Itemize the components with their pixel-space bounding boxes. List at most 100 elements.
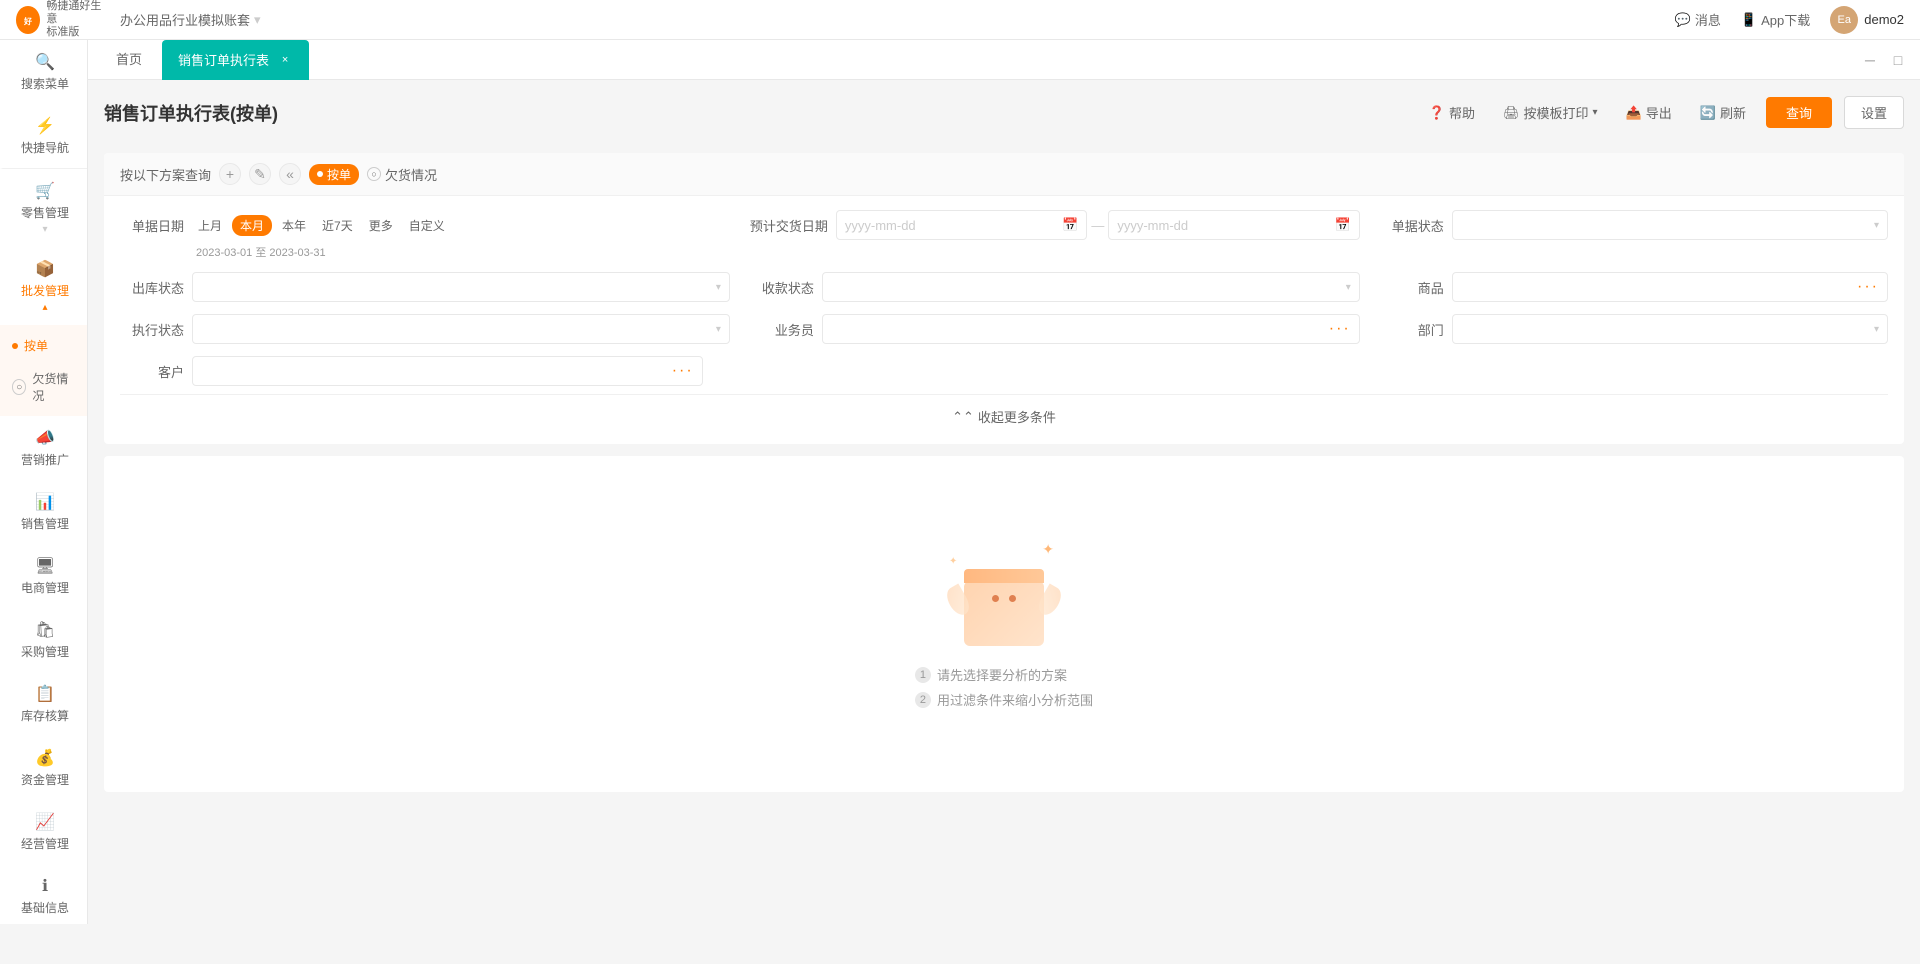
doc-status-select[interactable]: ▾ [1452, 210, 1888, 240]
sidebar-item-operations[interactable]: 📈 经营管理 [0, 800, 87, 864]
date-this-month-btn[interactable]: 本月 [232, 215, 272, 236]
marketing-icon: 📣 [35, 428, 55, 448]
export-btn[interactable]: 📤 导出 [1618, 99, 1680, 126]
delivery-status-select[interactable]: ▾ [192, 272, 730, 302]
date-this-year-btn[interactable]: 本年 [276, 215, 312, 236]
print-btn[interactable]: 🖨 按模板打印 ▾ [1495, 99, 1606, 126]
logo-area: 好 畅捷通好生意 标准版 [16, 0, 104, 39]
tab-current[interactable]: 销售订单执行表 × [162, 40, 309, 80]
scheme-header: 按以下方案查询 + ✎ « 按单 ○ 欠货情况 [104, 153, 1904, 196]
content-area: 首页 销售订单执行表 × ─ □ 销售订单执行表(按单) ❓ 帮助 [88, 40, 1920, 924]
date-custom-btn[interactable]: 自定义 [403, 215, 451, 236]
sidebar-item-wholesale[interactable]: 📦 批发管理 ▴ [0, 247, 87, 325]
retail-icon: 🛒 [35, 181, 55, 201]
product-ellipsis[interactable]: ··· [1857, 278, 1879, 296]
filter-cell-product: 商品 ··· [1380, 272, 1888, 302]
filter-cell-delivery: 出库状态 ▾ [120, 272, 730, 302]
filter-fields: 单据日期 上月 本月 本年 近7天 更多 自定义 [104, 196, 1904, 444]
payment-status-select[interactable]: ▾ [822, 272, 1360, 302]
scheme-tag-active[interactable]: 按单 [309, 164, 359, 185]
department-label: 部门 [1380, 320, 1444, 339]
filter-cell-customer: 客户 ··· [120, 356, 703, 386]
delivery-arrow: ▾ [716, 282, 721, 293]
customer-label: 客户 [120, 362, 184, 381]
sidebar-item-quick-nav[interactable]: ⚡ 快捷导航 [0, 104, 87, 168]
breadcrumb[interactable]: 办公用品行业模拟账套 ▾ [120, 10, 261, 29]
print-icon: 🖨 [1503, 105, 1520, 121]
expected-date-from[interactable]: yyyy-mm-dd 📅 [836, 210, 1087, 240]
user-area[interactable]: Ea demo2 [1830, 6, 1904, 34]
svg-text:好: 好 [23, 16, 32, 26]
sidebar-item-purchase[interactable]: 🛍 采购管理 [0, 608, 87, 672]
customer-select[interactable]: ··· [192, 356, 703, 386]
expected-date-to[interactable]: yyyy-mm-dd 📅 [1108, 210, 1359, 240]
empty-eye-left [992, 595, 999, 602]
filter-row-1: 单据日期 上月 本月 本年 近7天 更多 自定义 [120, 210, 1888, 240]
filter-and-result: 销售订单执行表(按单) ❓ 帮助 🖨 按模板打印 ▾ 📤 导出 [88, 80, 1920, 924]
scheme-edit-btn[interactable]: ✎ [249, 163, 271, 185]
date-prev-month-btn[interactable]: 上月 [192, 215, 228, 236]
refresh-btn[interactable]: 🔄 刷新 [1692, 99, 1754, 126]
logo-icon: 好 [16, 6, 40, 34]
sidebar-item-marketing[interactable]: 📣 营销推广 [0, 416, 87, 480]
scheme-tag-shortage[interactable]: ○ 欠货情况 [367, 165, 437, 184]
department-arrow: ▾ [1874, 324, 1879, 335]
date-more-btn[interactable]: 更多 [363, 215, 399, 236]
filter-panel: 按以下方案查询 + ✎ « 按单 ○ 欠货情况 [104, 153, 1904, 444]
message-btn[interactable]: 💬 消息 [1675, 10, 1721, 29]
tab-close-btn[interactable]: × [277, 52, 293, 68]
salesperson-select[interactable]: ··· [822, 314, 1360, 344]
department-select[interactable]: ▾ [1452, 314, 1888, 344]
product-select[interactable]: ··· [1452, 272, 1888, 302]
date-quick-area: 上月 本月 本年 近7天 更多 自定义 [192, 215, 730, 236]
sidebar: 🔍 搜索菜单 ⚡ 快捷导航 🛒 零售管理 ▾ 📦 批发管理 ▴ 按单 ○ 欠货情… [0, 40, 88, 924]
app-download-btn[interactable]: 📱 App下载 [1741, 10, 1810, 29]
customer-ellipsis[interactable]: ··· [672, 362, 694, 380]
finance-icon: 💰 [35, 748, 55, 768]
empty-box-face [992, 595, 1016, 602]
help-btn[interactable]: ❓ 帮助 [1421, 99, 1483, 126]
sidebar-item-finance[interactable]: 💰 资金管理 [0, 736, 87, 800]
calendar-from-icon: 📅 [1062, 217, 1078, 233]
submenu-item-shortage[interactable]: ○ 欠货情况 [0, 362, 87, 412]
window-maximize[interactable]: □ [1888, 50, 1908, 70]
filter-row-4: 客户 ··· [120, 356, 1888, 386]
date-7days-btn[interactable]: 近7天 [316, 215, 359, 236]
exec-status-select[interactable]: ▾ [192, 314, 730, 344]
collapse-bar: ⌃⌃ 收起更多条件 [120, 394, 1888, 430]
main-layout: 🔍 搜索菜单 ⚡ 快捷导航 🛒 零售管理 ▾ 📦 批发管理 ▴ 按单 ○ 欠货情… [0, 40, 1920, 924]
message-icon: 💬 [1675, 12, 1691, 28]
collapse-up-icon: ⌃⌃ [952, 409, 974, 425]
tip-num-1: 1 [915, 667, 931, 683]
tab-home[interactable]: 首页 [100, 40, 158, 80]
empty-box-top [964, 569, 1044, 583]
scheme-add-btn[interactable]: + [219, 163, 241, 185]
settings-button[interactable]: 设置 [1844, 96, 1904, 129]
salesperson-label: 业务员 [750, 320, 814, 339]
wholesale-submenu: 按单 ○ 欠货情况 [0, 325, 87, 416]
search-button[interactable]: 查询 [1766, 97, 1832, 128]
tab-window-actions: ─ □ [1860, 50, 1908, 70]
sidebar-item-retail[interactable]: 🛒 零售管理 ▾ [0, 168, 87, 247]
sidebar-item-sales[interactable]: 📊 销售管理 [0, 480, 87, 544]
sidebar-item-basic-info[interactable]: ℹ 基础信息 [0, 864, 87, 924]
sales-icon: 📊 [35, 492, 55, 512]
collapse-more-btn[interactable]: ⌃⌃ 收起更多条件 [952, 403, 1056, 430]
filter-cell-doc-date: 单据日期 上月 本月 本年 近7天 更多 自定义 [120, 215, 730, 236]
submenu-dot-order [12, 343, 18, 349]
window-minimize[interactable]: ─ [1860, 50, 1880, 70]
empty-tip-1: 1 请先选择要分析的方案 [915, 662, 1093, 687]
sidebar-item-inventory[interactable]: 📋 库存核算 [0, 672, 87, 736]
sidebar-item-ecommerce[interactable]: 🖥 电商管理 [0, 544, 87, 608]
tip-num-2: 2 [915, 692, 931, 708]
date-range-hint: 2023-03-01 至 2023-03-31 [196, 244, 1888, 260]
filter-row-2: 出库状态 ▾ 收款状态 ▾ [120, 272, 1888, 302]
date-separator: — [1091, 218, 1104, 233]
filter-cell-exec: 执行状态 ▾ [120, 314, 730, 344]
submenu-item-order[interactable]: 按单 [0, 329, 87, 362]
doc-status-arrow: ▾ [1874, 220, 1879, 231]
sidebar-item-search[interactable]: 🔍 搜索菜单 [0, 40, 87, 104]
salesperson-ellipsis[interactable]: ··· [1329, 320, 1351, 338]
page-title-bar: 销售订单执行表(按单) ❓ 帮助 🖨 按模板打印 ▾ 📤 导出 [104, 96, 1904, 129]
scheme-collapse-btn[interactable]: « [279, 163, 301, 185]
